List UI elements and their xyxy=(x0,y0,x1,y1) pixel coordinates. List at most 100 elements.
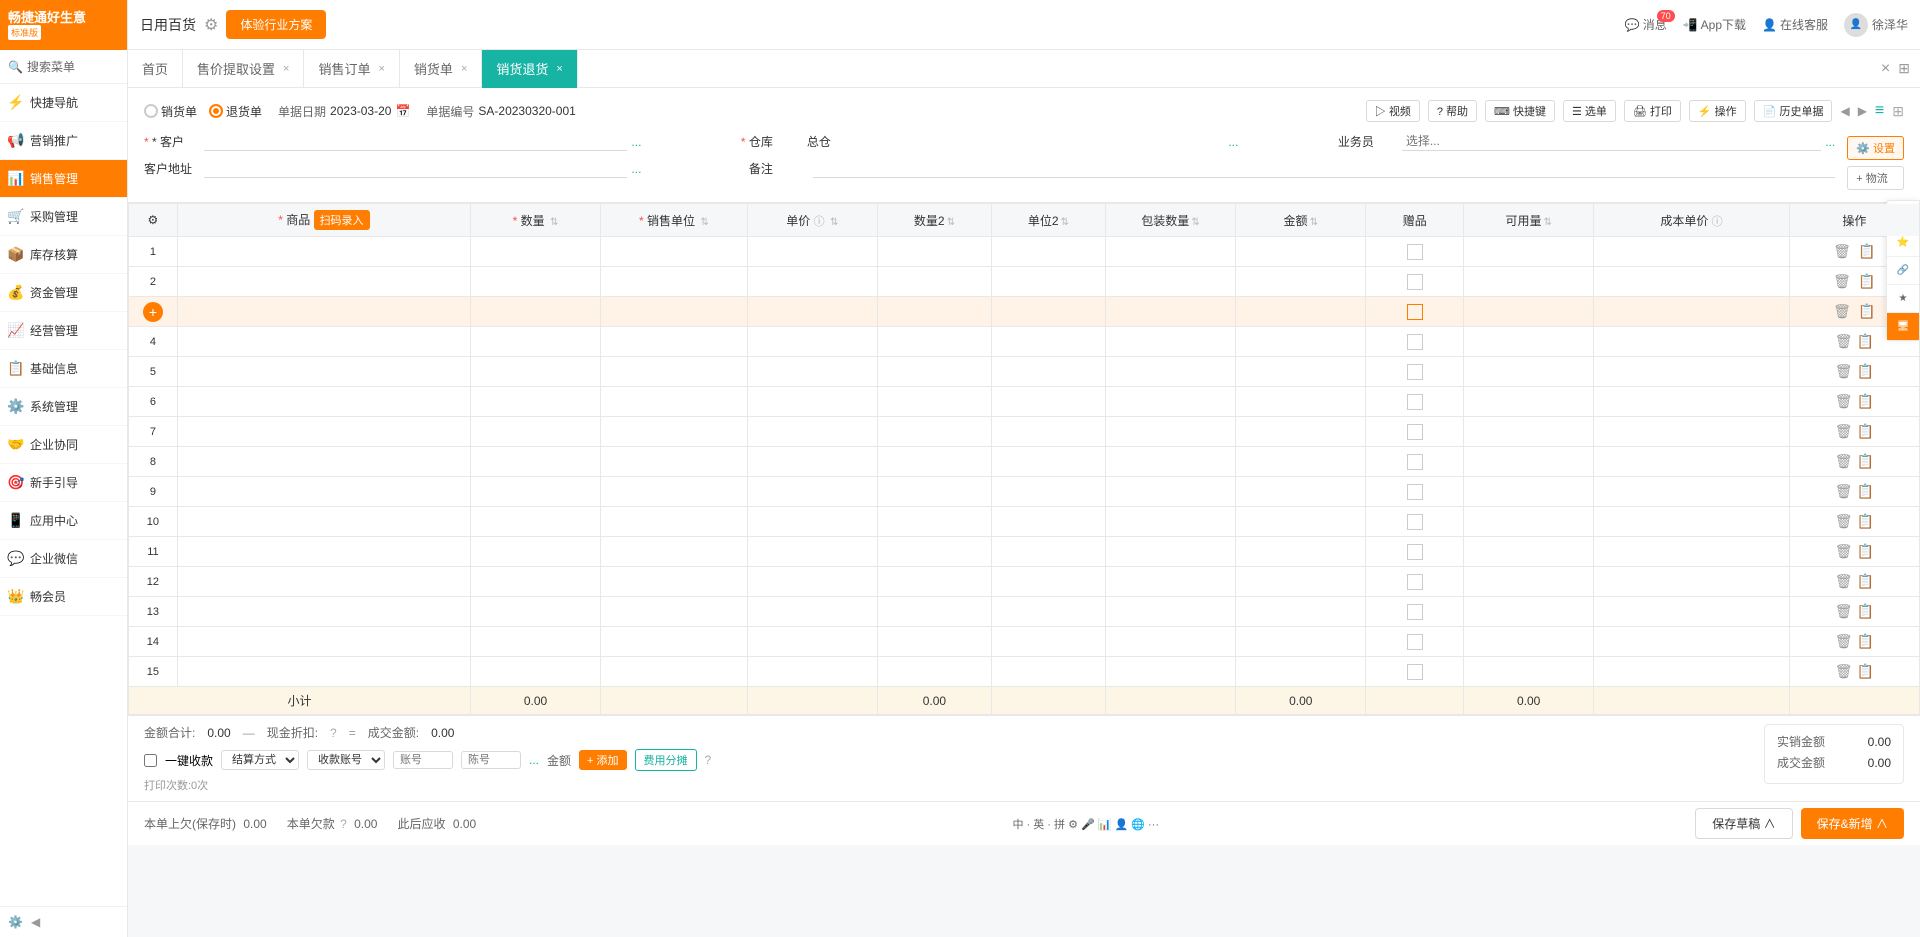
sales-unit-cell[interactable] xyxy=(601,297,748,327)
experience-btn[interactable]: 体验行业方案 xyxy=(226,10,326,39)
sidebar-search[interactable]: 🔍 搜索菜单 xyxy=(0,50,127,84)
logistics-btn[interactable]: + 物流 xyxy=(1847,166,1904,190)
copy-row-btn[interactable]: 📋 xyxy=(1855,451,1876,472)
float-fav-btn[interactable]: ★ xyxy=(1887,285,1919,313)
close-icon[interactable]: × xyxy=(556,63,562,75)
gift-cell[interactable] xyxy=(1366,267,1464,297)
cost-price-cell[interactable] xyxy=(1594,297,1789,327)
available-cell[interactable] xyxy=(1464,267,1594,297)
gift-checkbox[interactable] xyxy=(1407,424,1423,440)
amount-cell[interactable] xyxy=(1236,267,1366,297)
sidebar-item-marketing[interactable]: 📢 营销推广 xyxy=(0,122,127,160)
float-link-btn[interactable]: 🔗 xyxy=(1887,257,1919,285)
gift-checkbox[interactable] xyxy=(1407,484,1423,500)
copy-row-btn[interactable]: 📋 xyxy=(1856,241,1877,262)
sidebar-item-shortcut[interactable]: ⚡ 快捷导航 xyxy=(0,84,127,122)
copy-row-btn[interactable]: 📋 xyxy=(1855,571,1876,592)
account-no-input[interactable] xyxy=(393,751,453,769)
sidebar-item-basic[interactable]: 📋 基础信息 xyxy=(0,350,127,388)
delete-row-btn[interactable]: 🗑 xyxy=(1833,571,1855,592)
pack-qty-cell[interactable] xyxy=(1105,297,1235,327)
customer-input[interactable] xyxy=(204,132,627,151)
sidebar-item-purchase[interactable]: 🛒 采购管理 xyxy=(0,198,127,236)
gift-checkbox[interactable] xyxy=(1407,304,1423,320)
copy-row-btn[interactable]: 📋 xyxy=(1855,331,1876,352)
product-cell-active[interactable] xyxy=(177,297,470,327)
delete-row-btn[interactable]: 🗑 xyxy=(1833,421,1855,442)
select-btn[interactable]: ☰ 选单 xyxy=(1563,100,1616,122)
delete-row-btn[interactable]: 🗑 xyxy=(1833,481,1855,502)
delete-row-btn[interactable]: 🗑 xyxy=(1833,631,1855,652)
close-icon[interactable]: × xyxy=(283,63,289,75)
account-input[interactable] xyxy=(461,751,521,769)
help-btn[interactable]: ? 帮助 xyxy=(1428,100,1477,122)
unit-price-cell[interactable] xyxy=(747,267,877,297)
available-cell[interactable] xyxy=(1464,297,1594,327)
sort-icon[interactable]: ⇅ xyxy=(1191,217,1199,228)
copy-row-btn[interactable]: 📋 xyxy=(1855,661,1876,682)
gift-checkbox[interactable] xyxy=(1407,364,1423,380)
copy-row-btn[interactable]: 📋 xyxy=(1855,511,1876,532)
delete-row-btn[interactable]: 🗑 xyxy=(1831,271,1853,292)
app-download-btn[interactable]: 📲 App下载 xyxy=(1683,16,1746,33)
amount-cell[interactable] xyxy=(1236,297,1366,327)
add-row-btn[interactable]: + xyxy=(143,302,163,322)
split-help-icon[interactable]: ? xyxy=(705,753,712,767)
sort-icon[interactable]: ⇅ xyxy=(550,217,558,228)
print-btn[interactable]: 🖨 打印 xyxy=(1624,100,1681,122)
gift-checkbox[interactable] xyxy=(1407,514,1423,530)
gift-checkbox[interactable] xyxy=(1407,454,1423,470)
delete-row-btn[interactable]: 🗑 xyxy=(1831,301,1853,322)
online-service-btn[interactable]: 👤 在线客服 xyxy=(1762,16,1828,33)
available-cell[interactable] xyxy=(1464,237,1594,267)
tab-close-all-icon[interactable]: × xyxy=(1881,60,1890,78)
sidebar-item-system[interactable]: ⚙️ 系统管理 xyxy=(0,388,127,426)
warehouse-select-btn[interactable]: ... xyxy=(1228,135,1238,149)
copy-row-btn[interactable]: 📋 xyxy=(1855,601,1876,622)
next-doc-icon[interactable]: ▶ xyxy=(1858,104,1867,118)
delete-row-btn[interactable]: 🗑 xyxy=(1833,451,1855,472)
qty-cell[interactable] xyxy=(470,267,600,297)
payment-account-select[interactable]: 收款账号 xyxy=(307,750,385,770)
collapse-icon[interactable]: ◀ xyxy=(31,915,40,929)
delete-row-btn[interactable]: 🗑 xyxy=(1833,361,1855,382)
sidebar-item-newbie[interactable]: 🎯 新手引导 xyxy=(0,464,127,502)
copy-row-btn[interactable]: 📋 xyxy=(1855,361,1876,382)
copy-row-btn[interactable]: 📋 xyxy=(1855,421,1876,442)
radio-sales-delivery[interactable]: 销货单 xyxy=(144,103,197,120)
settings-gear-icon[interactable]: ⚙️ xyxy=(8,915,23,929)
gift-checkbox[interactable] xyxy=(1407,634,1423,650)
tab-home[interactable]: 首页 xyxy=(128,50,183,88)
product-cell[interactable] xyxy=(177,237,470,267)
gift-checkbox[interactable] xyxy=(1407,544,1423,560)
unit2-cell[interactable] xyxy=(991,267,1105,297)
sidebar-item-wechat[interactable]: 💬 企业微信 xyxy=(0,540,127,578)
address-input[interactable] xyxy=(204,159,627,178)
message-btn[interactable]: 💬 消息 70 xyxy=(1625,16,1667,33)
qty2-cell[interactable] xyxy=(877,267,991,297)
sort-icon[interactable]: ⇅ xyxy=(947,217,955,228)
qty2-cell[interactable] xyxy=(877,237,991,267)
delete-row-btn[interactable]: 🗑 xyxy=(1833,601,1855,622)
payment-method-select[interactable]: 结算方式 xyxy=(221,750,299,770)
sidebar-item-enterprise[interactable]: 🤝 企业协同 xyxy=(0,426,127,464)
pack-qty-cell[interactable] xyxy=(1105,237,1235,267)
close-icon[interactable]: × xyxy=(378,63,384,75)
unit-price-cell[interactable] xyxy=(747,297,877,327)
pack-qty-cell[interactable] xyxy=(1105,267,1235,297)
close-icon[interactable]: × xyxy=(461,63,467,75)
sidebar-item-inventory[interactable]: 📦 库存核算 xyxy=(0,236,127,274)
amount-cell[interactable] xyxy=(1236,237,1366,267)
operation-btn[interactable]: ⚡ 操作 xyxy=(1689,100,1746,122)
shortcut-btn[interactable]: ⌨ 快捷键 xyxy=(1485,100,1555,122)
salesperson-input[interactable] xyxy=(1402,132,1821,151)
sales-unit-cell[interactable] xyxy=(601,237,748,267)
list-view-icon[interactable]: ≡ xyxy=(1875,102,1884,120)
cost-price-cell[interactable] xyxy=(1594,267,1789,297)
discount-help-icon[interactable]: ? xyxy=(330,726,337,740)
history-btn[interactable]: 📄 历史单据 xyxy=(1754,100,1833,122)
qty2-cell[interactable] xyxy=(877,297,991,327)
topbar-gear-icon[interactable]: ⚙ xyxy=(204,15,218,35)
delete-row-btn[interactable]: 🗑 xyxy=(1833,391,1855,412)
save-new-btn[interactable]: 保存&新增 ∧ xyxy=(1801,808,1904,839)
